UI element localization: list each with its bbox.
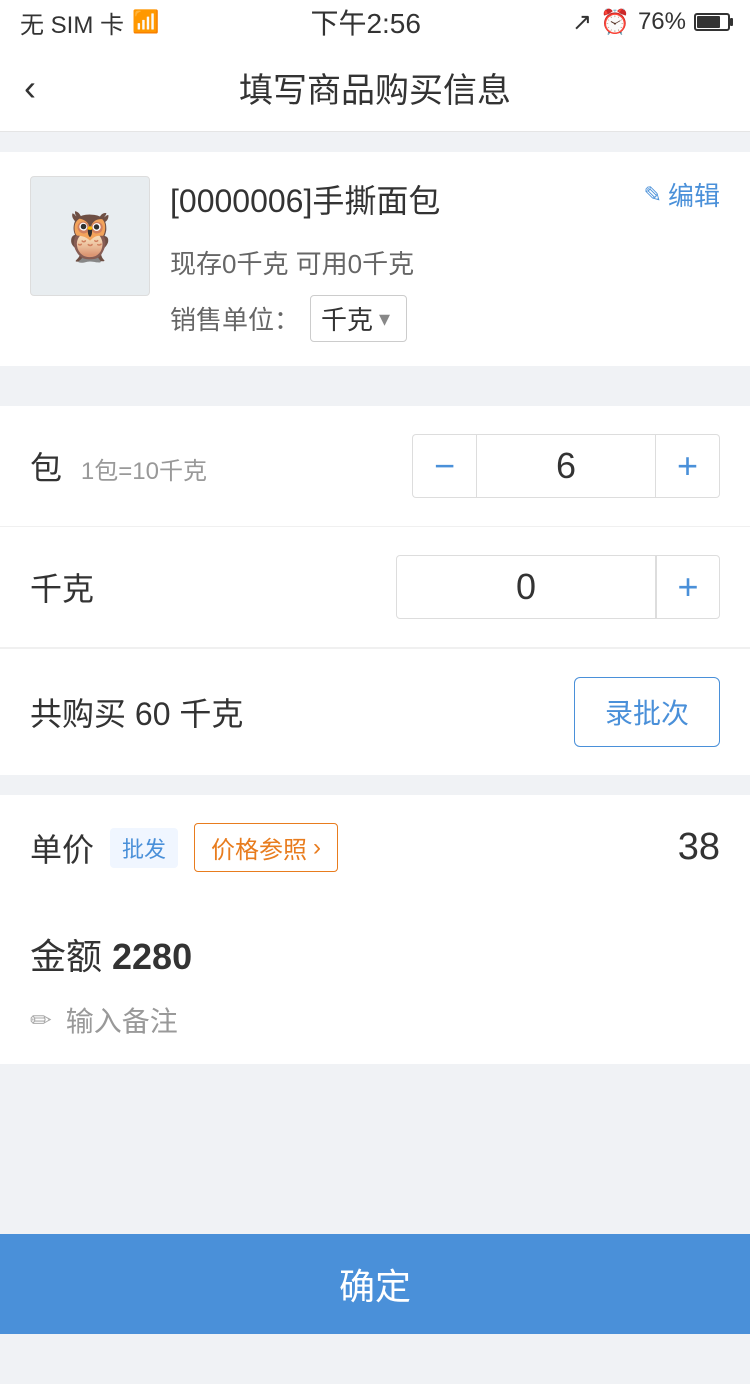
kilo-label: 千克 (30, 571, 94, 607)
package-label-row: 包 1包=10千克 (30, 443, 412, 489)
amount-label: 金额 (30, 936, 112, 977)
edit-icon: ✎ (644, 182, 662, 208)
product-thumbnail: 🦉 (30, 176, 150, 296)
kilo-input[interactable] (396, 555, 656, 619)
confirm-button[interactable]: 确定 (0, 1234, 750, 1334)
product-header-row: [0000006]手撕面包 ✎ 编辑 (170, 176, 720, 234)
product-name: [0000006]手撕面包 (170, 176, 440, 222)
carrier-label: 无 SIM 卡 (20, 5, 124, 40)
product-unit-row: 销售单位： 千克 ▾ (170, 295, 720, 342)
dropdown-arrow-icon: ▾ (379, 306, 390, 332)
amount-value: 2280 (112, 936, 192, 977)
kilo-plus-button[interactable]: + (656, 555, 720, 619)
price-label-row: 单价 批发 价格参照 › (30, 823, 338, 872)
package-label: 包 (30, 450, 62, 486)
empty-space (0, 1064, 750, 1384)
battery-percent: 76% (638, 8, 686, 36)
unit-label: 销售单位： (170, 300, 300, 337)
package-hint: 1包=10千克 (81, 458, 207, 485)
section-divider-1 (0, 366, 750, 386)
status-time: 下午2:56 (310, 2, 421, 42)
pencil-icon: ✏ (30, 1005, 52, 1036)
wifi-icon: 📶 (132, 9, 159, 35)
total-label: 共购买 (30, 696, 135, 732)
package-plus-button[interactable]: + (656, 434, 720, 498)
battery-icon (694, 13, 730, 31)
price-tag-badge: 批发 (110, 828, 178, 868)
total-section: 共购买 60 千克 录批次 (0, 648, 750, 775)
price-value: 38 (678, 826, 720, 869)
alarm-icon: ⏰ (600, 8, 630, 37)
product-section: 🦉 [0000006]手撕面包 ✎ 编辑 现存0千克 可用0千克 销售单位： 千… (0, 152, 750, 366)
package-minus-button[interactable]: − (412, 434, 476, 498)
edit-label: 编辑 (668, 176, 720, 213)
amount-row: 金额 2280 (30, 928, 720, 980)
price-ref-arrow-icon: › (313, 834, 321, 862)
unit-value: 千克 (321, 300, 373, 337)
location-icon: ↗ (572, 8, 592, 37)
nav-bar: ‹ 填写商品购买信息 (0, 44, 750, 132)
kilo-label-row: 千克 (30, 564, 396, 610)
kilo-quantity-row: 千克 + (0, 527, 750, 648)
product-info: [0000006]手撕面包 ✎ 编辑 现存0千克 可用0千克 销售单位： 千克 … (170, 176, 720, 342)
batch-button[interactable]: 录批次 (574, 677, 720, 747)
status-left: 无 SIM 卡 📶 (20, 5, 159, 40)
quantity-section: 包 1包=10千克 − + 千克 + 共购买 60 千克 录批次 (0, 406, 750, 775)
package-input[interactable] (476, 434, 656, 498)
total-unit: 千克 (171, 696, 244, 732)
unit-select[interactable]: 千克 ▾ (310, 295, 407, 342)
price-label: 单价 (30, 825, 94, 871)
kilo-controls: + (396, 555, 720, 619)
price-ref-button[interactable]: 价格参照 › (194, 823, 338, 872)
total-amount: 60 (135, 696, 171, 732)
total-text: 共购买 60 千克 (30, 689, 243, 735)
price-section: 单价 批发 价格参照 › 38 (0, 795, 750, 900)
edit-button[interactable]: ✎ 编辑 (644, 176, 720, 213)
amount-section: 金额 2280 ✏ 输入备注 (0, 900, 750, 1064)
page-title: 填写商品购买信息 (239, 63, 511, 112)
product-stock: 现存0千克 可用0千克 (170, 244, 720, 281)
package-controls: − + (412, 434, 720, 498)
section-divider-2 (0, 775, 750, 795)
price-ref-label: 价格参照 (211, 830, 307, 865)
status-bar: 无 SIM 卡 📶 下午2:56 ↗ ⏰ 76% (0, 0, 750, 44)
package-quantity-row: 包 1包=10千克 − + (0, 406, 750, 527)
remark-placeholder: 输入备注 (66, 1000, 178, 1040)
back-button[interactable]: ‹ (24, 67, 36, 109)
status-right: ↗ ⏰ 76% (572, 8, 730, 37)
remark-row[interactable]: ✏ 输入备注 (30, 1000, 720, 1040)
product-logo-icon: 🦉 (60, 208, 120, 265)
